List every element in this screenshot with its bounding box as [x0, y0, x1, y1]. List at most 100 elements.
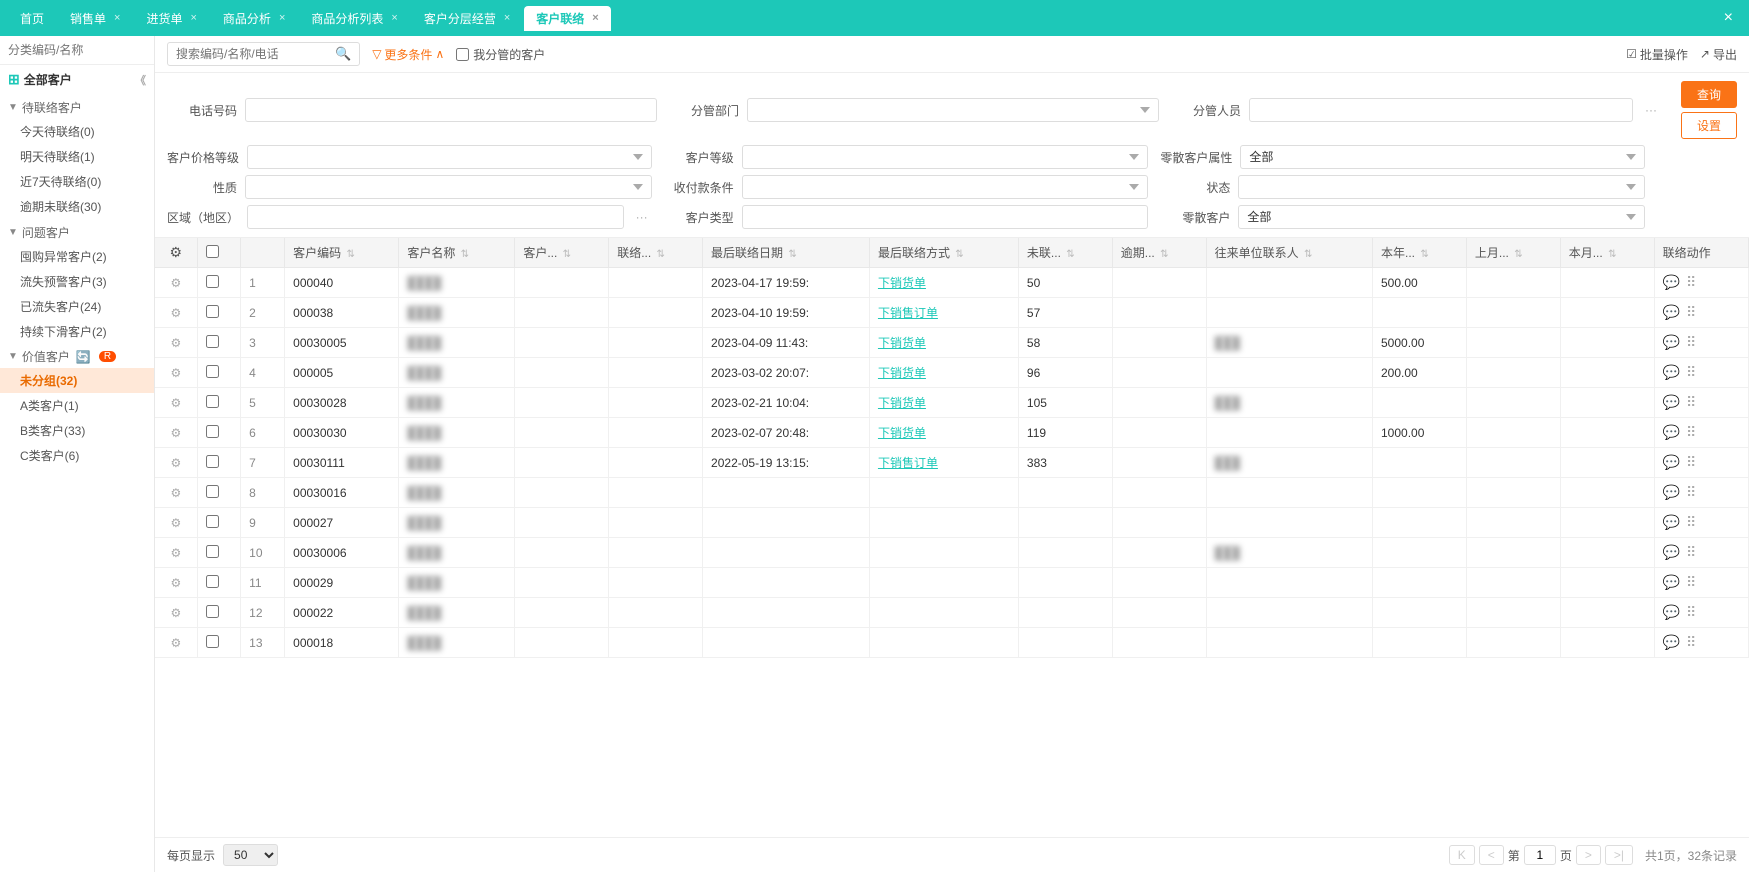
more-action-icon[interactable]: ⠿	[1686, 424, 1696, 441]
row-check[interactable]	[197, 538, 241, 568]
col-company-contact[interactable]: 往来单位联系人 ⇅	[1206, 238, 1372, 268]
row-check[interactable]	[197, 298, 241, 328]
contact-action-icon[interactable]: 💬	[1663, 334, 1680, 351]
sidebar-item-churned[interactable]: 已流失客户(24)	[0, 294, 154, 319]
row-check[interactable]	[197, 508, 241, 538]
retail-attr-select[interactable]: 全部	[1240, 145, 1645, 169]
contact-action-icon[interactable]: 💬	[1663, 394, 1680, 411]
row-check[interactable]	[197, 448, 241, 478]
batch-operation-btn[interactable]: ☑ 批量操作	[1626, 46, 1688, 63]
col-not-contacted[interactable]: 未联... ⇅	[1018, 238, 1112, 268]
sidebar-group-problem[interactable]: ▼ 问题客户	[0, 219, 154, 244]
row-last-method[interactable]: 下销售订单	[869, 448, 1018, 478]
col-last-method[interactable]: 最后联络方式 ⇅	[869, 238, 1018, 268]
row-last-method[interactable]: 下销售订单	[869, 298, 1018, 328]
manager-dots[interactable]: ···	[1641, 103, 1661, 117]
more-action-icon[interactable]: ⠿	[1686, 604, 1696, 621]
export-btn[interactable]: ↗ 导出	[1700, 46, 1737, 63]
status-select[interactable]	[1238, 175, 1645, 199]
sidebar-item-tomorrow[interactable]: 明天待联络(1)	[0, 144, 154, 169]
row-settings[interactable]: ⚙	[155, 538, 197, 568]
phone-input[interactable]	[245, 98, 657, 122]
more-action-icon[interactable]: ⠿	[1686, 634, 1696, 651]
more-action-icon[interactable]: ⠿	[1686, 304, 1696, 321]
col-this-year[interactable]: 本年... ⇅	[1373, 238, 1467, 268]
more-action-icon[interactable]: ⠿	[1686, 514, 1696, 531]
more-conditions-btn[interactable]: ▽ 更多条件 ∧	[372, 46, 444, 63]
contact-action-icon[interactable]: 💬	[1663, 574, 1680, 591]
region-dots[interactable]: ···	[632, 210, 652, 224]
row-last-method[interactable]: 下销货单	[869, 418, 1018, 448]
sidebar-item-unclassified[interactable]: 未分组(32)	[0, 368, 154, 393]
contact-action-icon[interactable]: 💬	[1663, 484, 1680, 501]
row-check[interactable]	[197, 418, 241, 448]
tab-customer-segment[interactable]: 客户分层经营 ×	[412, 6, 522, 31]
sidebar-item-overdue[interactable]: 逾期未联络(30)	[0, 194, 154, 219]
close-customer-segment-tab[interactable]: ×	[504, 12, 510, 24]
sidebar-search-box[interactable]: 🔍	[0, 36, 154, 65]
row-settings[interactable]: ⚙	[155, 478, 197, 508]
sidebar-item-class-c[interactable]: C类客户(6)	[0, 443, 154, 468]
row-last-method[interactable]: 下销货单	[869, 388, 1018, 418]
sidebar-item-class-b[interactable]: B类客户(33)	[0, 418, 154, 443]
row-settings[interactable]: ⚙	[155, 448, 197, 478]
close-all-tabs[interactable]: ×	[1716, 5, 1741, 31]
row-settings[interactable]: ⚙	[155, 328, 197, 358]
sidebar-item-declining[interactable]: 持续下滑客户(2)	[0, 319, 154, 344]
price-level-select[interactable]	[247, 145, 652, 169]
contact-action-icon[interactable]: 💬	[1663, 514, 1680, 531]
tab-customer-contact[interactable]: 客户联络 ×	[524, 6, 610, 31]
row-settings[interactable]: ⚙	[155, 508, 197, 538]
contact-action-icon[interactable]: 💬	[1663, 424, 1680, 441]
row-settings[interactable]: ⚙	[155, 568, 197, 598]
my-customers-checkbox[interactable]: 我分管的客户	[456, 46, 545, 63]
contact-action-icon[interactable]: 💬	[1663, 274, 1680, 291]
row-check[interactable]	[197, 568, 241, 598]
row-settings[interactable]: ⚙	[155, 628, 197, 658]
first-page-btn[interactable]: K	[1449, 845, 1475, 865]
row-check[interactable]	[197, 388, 241, 418]
contact-action-icon[interactable]: 💬	[1663, 604, 1680, 621]
payment-select[interactable]	[742, 175, 1149, 199]
col-last-date[interactable]: 最后联络日期 ⇅	[703, 238, 870, 268]
more-action-icon[interactable]: ⠿	[1686, 334, 1696, 351]
contact-action-icon[interactable]: 💬	[1663, 304, 1680, 321]
sidebar-group-value[interactable]: ▼ 价值客户 🔄 R	[0, 344, 154, 368]
more-action-icon[interactable]: ⠿	[1686, 274, 1696, 291]
row-settings[interactable]: ⚙	[155, 418, 197, 448]
close-customer-contact-tab[interactable]: ×	[592, 12, 598, 24]
row-settings[interactable]: ⚙	[155, 268, 197, 298]
sidebar-item-abnormal[interactable]: 囤购异常客户(2)	[0, 244, 154, 269]
page-size-select[interactable]: 10 20 50 100	[223, 844, 278, 866]
tab-sales[interactable]: 销售单 ×	[58, 6, 132, 31]
col-settings[interactable]: ⚙	[155, 238, 197, 268]
sidebar-item-7days[interactable]: 近7天待联络(0)	[0, 169, 154, 194]
close-purchase-tab[interactable]: ×	[190, 12, 196, 24]
retail-customer-select[interactable]: 全部	[1238, 205, 1645, 229]
region-input[interactable]	[247, 205, 624, 229]
sidebar-item-today[interactable]: 今天待联络(0)	[0, 119, 154, 144]
next-page-btn[interactable]: >	[1576, 845, 1601, 865]
row-settings[interactable]: ⚙	[155, 298, 197, 328]
close-sales-tab[interactable]: ×	[114, 12, 120, 24]
contact-action-icon[interactable]: 💬	[1663, 364, 1680, 381]
row-settings[interactable]: ⚙	[155, 598, 197, 628]
row-settings[interactable]: ⚙	[155, 388, 197, 418]
more-action-icon[interactable]: ⠿	[1686, 544, 1696, 561]
row-check[interactable]	[197, 628, 241, 658]
more-action-icon[interactable]: ⠿	[1686, 364, 1696, 381]
col-name[interactable]: 客户名称 ⇅	[399, 238, 515, 268]
customer-type-input[interactable]	[742, 205, 1149, 229]
reset-button[interactable]: 设置	[1681, 112, 1737, 139]
col-contact[interactable]: 联络... ⇅	[609, 238, 703, 268]
manager-input[interactable]	[1249, 98, 1633, 122]
query-button[interactable]: 查询	[1681, 81, 1737, 108]
contact-action-icon[interactable]: 💬	[1663, 544, 1680, 561]
row-check[interactable]	[197, 328, 241, 358]
col-code[interactable]: 客户编码 ⇅	[285, 238, 399, 268]
col-type[interactable]: 客户... ⇅	[515, 238, 609, 268]
select-all-checkbox[interactable]	[206, 245, 219, 258]
row-last-method[interactable]: 下销货单	[869, 358, 1018, 388]
contact-action-icon[interactable]: 💬	[1663, 634, 1680, 651]
contact-action-icon[interactable]: 💬	[1663, 454, 1680, 471]
